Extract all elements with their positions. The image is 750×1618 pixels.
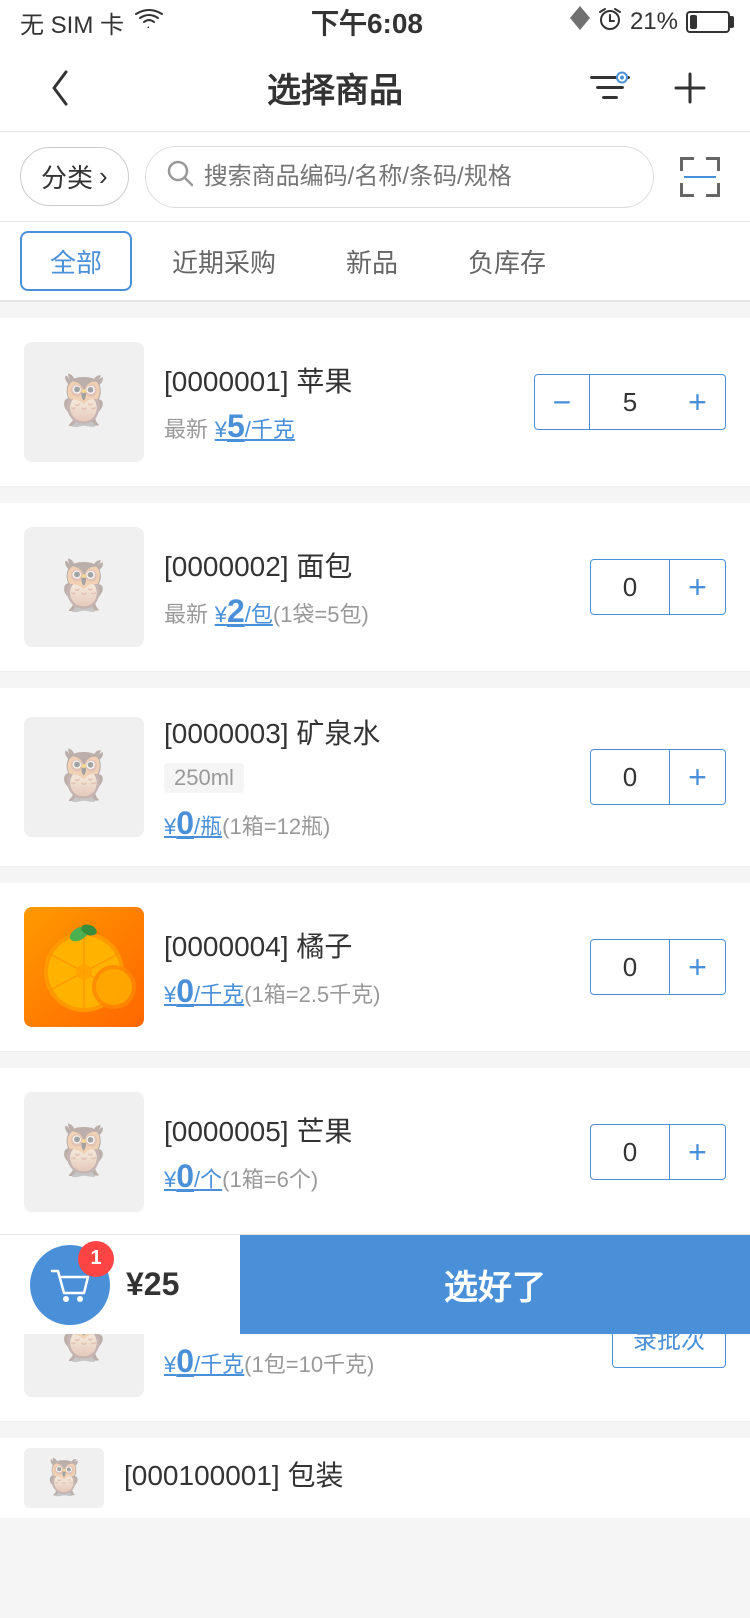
nav-bar: 选择商品 <box>0 44 750 132</box>
nav-right <box>580 58 720 118</box>
svg-text:🦉: 🦉 <box>53 1122 115 1178</box>
category-button[interactable]: 分类 › <box>20 147 129 206</box>
product-image: 🦉 <box>24 527 144 647</box>
back-button[interactable] <box>30 58 90 118</box>
carrier-text: 无 SIM 卡 <box>20 5 124 40</box>
product-price: ¥0/个(1箱=6个) <box>164 1158 570 1195</box>
nav-left <box>30 58 90 118</box>
cart-section: 1 ¥25 <box>0 1235 240 1334</box>
scan-button[interactable] <box>670 147 730 207</box>
quantity-increase-button[interactable]: + <box>670 1124 726 1180</box>
product-image: 🦉 <box>24 717 144 837</box>
svg-text:🦉: 🦉 <box>42 1456 87 1497</box>
tab-recent[interactable]: 近期采购 <box>142 231 306 291</box>
tab-all[interactable]: 全部 <box>20 231 132 291</box>
product-name: [0000001] 苹果 <box>164 360 514 400</box>
product-image: 🦉 <box>24 1448 104 1508</box>
product-info: [0000004] 橘子 ¥0/千克(1箱=2.5千克) <box>164 925 570 1010</box>
status-left: 无 SIM 卡 <box>20 5 164 40</box>
filter-button[interactable] <box>580 58 640 118</box>
battery-icon <box>686 11 730 33</box>
product-price: ¥0/千克(1包=10千克) <box>164 1343 592 1380</box>
product-spec: 250ml <box>164 763 244 793</box>
search-input[interactable] <box>204 163 633 191</box>
location-icon <box>570 6 590 39</box>
quantity-input[interactable] <box>590 939 670 995</box>
bottom-bar: 1 ¥25 选好了 <box>0 1234 750 1334</box>
status-bar: 无 SIM 卡 下午6:08 21% <box>0 0 750 44</box>
product-info: [000100001] 包装 <box>124 1454 726 1502</box>
search-box <box>145 146 654 208</box>
wifi-icon <box>134 8 164 37</box>
quantity-input[interactable] <box>590 559 670 615</box>
filter-bar: 分类 › <box>0 132 750 222</box>
page-title: 选择商品 <box>267 63 403 112</box>
quantity-control: + <box>590 1124 726 1180</box>
product-price: ¥0/千克(1箱=2.5千克) <box>164 973 570 1010</box>
bottom-spacer <box>0 1518 750 1618</box>
list-item: 🦉 [0000005] 芒果 ¥0/个(1箱=6个) + <box>0 1068 750 1237</box>
status-time: 下午6:08 <box>311 2 423 42</box>
quantity-control: + <box>590 939 726 995</box>
tab-new[interactable]: 新品 <box>316 231 428 291</box>
list-item: [0000004] 橘子 ¥0/千克(1箱=2.5千克) + <box>0 883 750 1052</box>
product-name: [0000005] 芒果 <box>164 1110 570 1150</box>
add-button[interactable] <box>660 58 720 118</box>
quantity-increase-button[interactable]: + <box>670 939 726 995</box>
product-name: [000100001] 包装 <box>124 1454 726 1494</box>
list-item: 🦉 [0000003] 矿泉水 250ml ¥0/瓶(1箱=12瓶) + <box>0 688 750 867</box>
quantity-increase-button[interactable]: + <box>670 559 726 615</box>
product-list: 🦉 [0000001] 苹果 最新 ¥5/千克 − + 🦉 [0000002] <box>0 318 750 1618</box>
item-divider <box>0 1422 750 1438</box>
product-price: ¥0/瓶(1箱=12瓶) <box>164 805 570 842</box>
product-image: 🦉 <box>24 342 144 462</box>
item-divider <box>0 672 750 688</box>
confirm-button[interactable]: 选好了 <box>240 1235 750 1334</box>
quantity-input[interactable] <box>590 374 670 430</box>
product-info: [0000005] 芒果 ¥0/个(1箱=6个) <box>164 1110 570 1195</box>
product-price: 最新 ¥5/千克 <box>164 408 514 445</box>
svg-text:🦉: 🦉 <box>53 372 115 428</box>
cart-total: ¥25 <box>126 1266 179 1303</box>
product-name: [0000003] 矿泉水 <box>164 712 570 752</box>
quantity-input[interactable] <box>590 1124 670 1180</box>
item-divider <box>0 867 750 883</box>
product-name: [0000004] 橘子 <box>164 925 570 965</box>
product-image <box>24 907 144 1027</box>
cart-button[interactable]: 1 <box>30 1245 110 1325</box>
product-info: [0000003] 矿泉水 250ml ¥0/瓶(1箱=12瓶) <box>164 712 570 842</box>
quantity-control: + <box>590 749 726 805</box>
tab-negative-stock[interactable]: 负库存 <box>438 231 576 291</box>
category-label: 分类 <box>41 158 93 195</box>
tab-bar: 全部 近期采购 新品 负库存 <box>0 222 750 302</box>
svg-text:🦉: 🦉 <box>53 747 115 803</box>
quantity-control: + <box>590 559 726 615</box>
product-info: [0000001] 苹果 最新 ¥5/千克 <box>164 360 514 445</box>
cart-badge: 1 <box>78 1241 114 1277</box>
item-divider <box>0 1052 750 1068</box>
list-item: 🦉 [0000002] 面包 最新 ¥2/包(1袋=5包) + <box>0 503 750 672</box>
search-icon <box>166 159 194 194</box>
list-item: 🦉 [000100001] 包装 <box>0 1438 750 1518</box>
quantity-increase-button[interactable]: + <box>670 374 726 430</box>
svg-text:🦉: 🦉 <box>53 557 115 613</box>
battery-text: 21% <box>630 8 678 36</box>
product-image: 🦉 <box>24 1092 144 1212</box>
item-divider <box>0 487 750 503</box>
product-price: 最新 ¥2/包(1袋=5包) <box>164 593 570 630</box>
category-arrow: › <box>99 161 108 192</box>
product-name: [0000002] 面包 <box>164 545 570 585</box>
quantity-input[interactable] <box>590 749 670 805</box>
quantity-decrease-button[interactable]: − <box>534 374 590 430</box>
quantity-increase-button[interactable]: + <box>670 749 726 805</box>
quantity-control: − + <box>534 374 726 430</box>
product-info: [0000002] 面包 最新 ¥2/包(1袋=5包) <box>164 545 570 630</box>
status-right: 21% <box>570 6 730 39</box>
alarm-icon <box>598 7 622 38</box>
list-item: 🦉 [0000001] 苹果 最新 ¥5/千克 − + <box>0 318 750 487</box>
